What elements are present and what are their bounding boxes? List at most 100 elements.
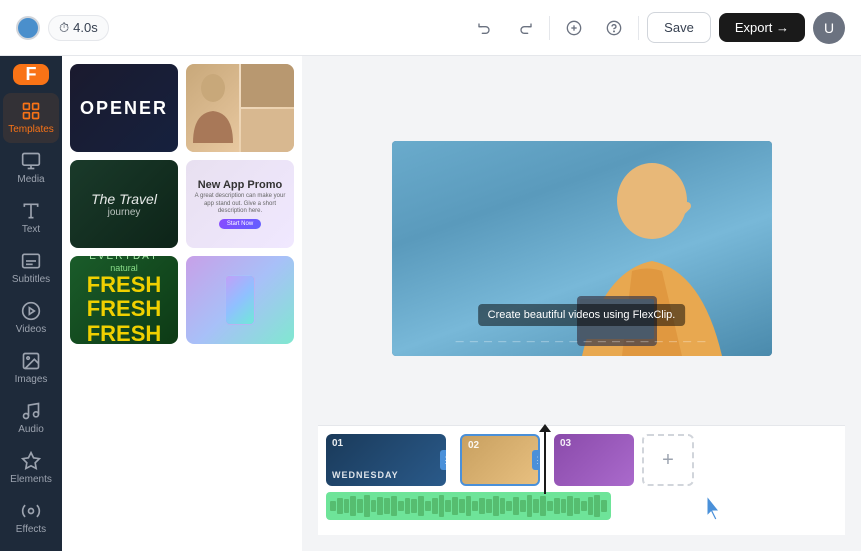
sidebar-item-audio[interactable]: Audio <box>3 393 59 443</box>
sidebar-item-templates[interactable]: Templates <box>3 93 59 143</box>
sidebar-item-subtitles[interactable]: Subtitles <box>3 243 59 293</box>
wave-bar <box>445 500 451 512</box>
wave-bar <box>466 496 472 516</box>
sidebar-label-media: Media <box>17 174 44 185</box>
wave-bar <box>479 498 485 515</box>
wave-bar <box>337 498 343 515</box>
template-card-app-promo[interactable]: New App Promo A great description can ma… <box>186 160 294 248</box>
timeline-clip-02[interactable]: 02 ⋮ <box>460 434 540 486</box>
sidebar-label-subtitles: Subtitles <box>12 274 50 285</box>
template-card-girl[interactable] <box>186 64 294 152</box>
sidebar-item-images[interactable]: Images <box>3 343 59 393</box>
travel-subtitle-line: journey <box>91 207 157 218</box>
sidebar-label-videos: Videos <box>16 324 46 335</box>
help-button[interactable] <box>598 12 630 44</box>
app-promo-title: New App Promo <box>198 179 283 191</box>
sidebar-item-elements[interactable]: Elements <box>3 443 59 493</box>
timer-badge: ⏱ 4.0s <box>48 15 109 41</box>
undo-button[interactable] <box>469 12 501 44</box>
wave-bar <box>513 497 519 515</box>
avatar[interactable]: U <box>813 12 845 44</box>
canvas[interactable]: Create beautiful videos using FlexClip. … <box>392 141 772 356</box>
wave-bar <box>405 498 411 515</box>
wave-bar <box>384 498 390 514</box>
clip-01-number: 01 <box>332 438 343 449</box>
crop-button[interactable] <box>558 12 590 44</box>
app-promo-button: Start Now <box>219 219 261 229</box>
wave-bar <box>547 501 553 512</box>
export-button[interactable]: Export → <box>719 13 805 42</box>
wave-bar <box>357 499 363 513</box>
wave-bar <box>459 499 465 513</box>
sidebar-item-effects[interactable]: Effects <box>3 493 59 543</box>
top-bar-left: ⏱ 4.0s <box>16 15 109 41</box>
wave-bar <box>411 499 417 512</box>
wave-bar <box>554 498 560 515</box>
opener-label: OPENER <box>80 98 168 119</box>
wave-bar <box>581 501 587 511</box>
app-promo-desc: A great description can make your app st… <box>192 193 288 216</box>
wave-bar <box>452 497 458 515</box>
photo-cell-1 <box>186 64 239 152</box>
audio-track[interactable] <box>326 492 611 520</box>
clip-01-label: WEDNESDAY <box>332 470 399 480</box>
wave-bar <box>500 498 506 514</box>
photo-cell-2 <box>241 64 294 107</box>
redo-button[interactable] <box>509 12 541 44</box>
sidebar-label-templates: Templates <box>8 124 54 135</box>
template-card-organic[interactable]: ORGANIC EVERYDAY natural FRESHFRESHFRESH… <box>70 256 178 344</box>
wave-bar <box>418 496 424 515</box>
wave-bar <box>493 496 499 515</box>
wave-bar <box>425 501 431 511</box>
wave-bar <box>330 501 336 511</box>
wave-bar <box>364 495 370 517</box>
canvas-container[interactable]: Create beautiful videos using FlexClip. … <box>318 72 845 425</box>
color-picker-indicator[interactable] <box>16 16 40 40</box>
sidebar-item-tools[interactable]: Tools <box>3 543 59 551</box>
divider-2 <box>638 16 639 40</box>
wave-bar <box>574 498 580 514</box>
wave-bar <box>472 501 478 512</box>
template-card-opener[interactable]: OPENER <box>70 64 178 152</box>
wave-bar <box>371 500 377 512</box>
wave-bar <box>344 499 350 512</box>
template-card-phone[interactable] <box>186 256 294 344</box>
wave-bar <box>527 495 533 517</box>
timeline-clip-03[interactable]: 03 <box>554 434 634 486</box>
wave-bar <box>486 499 492 512</box>
sidebar-item-videos[interactable]: Videos <box>3 293 59 343</box>
playhead[interactable] <box>544 430 546 494</box>
sidebar-label-audio: Audio <box>18 424 44 435</box>
clip-02-resize-handle[interactable]: ⋮ <box>532 450 540 470</box>
clip-02-number: 02 <box>468 440 479 451</box>
phone-mockup <box>225 275 255 325</box>
wave-bar <box>377 497 383 515</box>
sidebar-label-effects: Effects <box>16 524 46 535</box>
clip-01-resize-handle[interactable]: ⋮ <box>440 450 446 470</box>
app-logo: F <box>13 64 49 85</box>
sidebar-label-text: Text <box>22 224 40 235</box>
sidebar-label-elements: Elements <box>10 474 52 485</box>
wave-bar <box>350 496 356 515</box>
audio-wave <box>326 492 611 520</box>
wave-bar <box>533 499 539 513</box>
wave-bar <box>594 495 600 517</box>
sidebar-label-images: Images <box>15 374 48 385</box>
sidebar-item-text[interactable]: Text <box>3 193 59 243</box>
template-panel: OPENER <box>62 56 302 551</box>
save-button[interactable]: Save <box>647 12 711 43</box>
editor-area: Create beautiful videos using FlexClip. … <box>302 56 861 551</box>
timeline-clips: 01 WEDNESDAY ⋮ 02 <box>326 434 837 486</box>
add-clip-button[interactable]: + <box>642 434 694 486</box>
canvas-subtitle: — — — — — — — — — — — — — — — — — — <box>456 337 708 346</box>
wave-bar <box>588 497 594 515</box>
wave-bar <box>398 501 404 512</box>
top-bar: ⏱ 4.0s <box>0 0 861 56</box>
sidebar-item-media[interactable]: Media <box>3 143 59 193</box>
wave-bar <box>391 496 397 516</box>
wave-bar <box>567 496 573 516</box>
timeline-clip-01[interactable]: 01 WEDNESDAY ⋮ <box>326 434 446 486</box>
clock-icon: ⏱ <box>59 20 69 36</box>
wave-bar <box>520 500 526 512</box>
template-card-travel[interactable]: The Travel journey <box>70 160 178 248</box>
